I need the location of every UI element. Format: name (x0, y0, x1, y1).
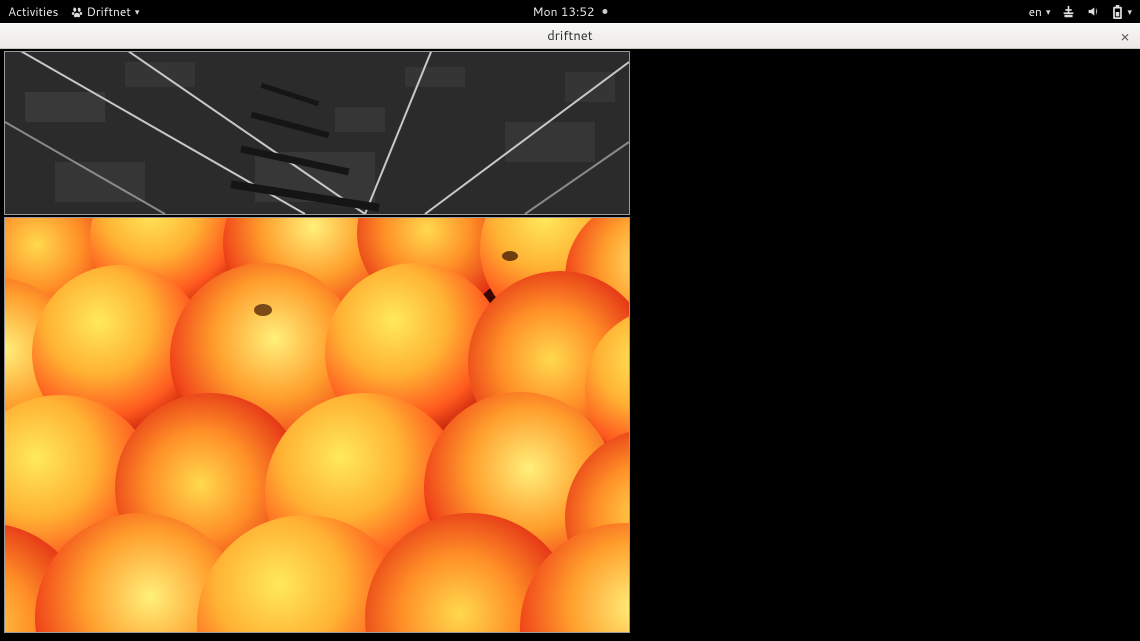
close-icon: × (1120, 26, 1130, 47)
app-menu-label: Driftnet (87, 3, 131, 20)
input-source[interactable]: en ▾ (1029, 3, 1051, 20)
window-titlebar: driftnet × (0, 23, 1140, 49)
battery-icon (1112, 5, 1123, 19)
clock-label: Mon 13:52 (532, 3, 594, 20)
wired-network-icon (1062, 5, 1075, 18)
notification-dot-icon (603, 9, 608, 14)
driftnet-canvas (0, 49, 1140, 641)
input-source-label: en (1029, 3, 1042, 20)
network-indicator[interactable] (1062, 5, 1075, 18)
clock[interactable]: Mon 13:52 (532, 3, 607, 20)
window-title: driftnet (547, 27, 592, 45)
volume-icon (1087, 5, 1100, 18)
app-menu[interactable]: Driftnet ▾ (71, 3, 140, 20)
captured-image-tracks[interactable] (4, 51, 630, 215)
volume-indicator[interactable] (1087, 5, 1100, 18)
foot-icon (71, 6, 83, 18)
chevron-down-icon: ▾ (135, 5, 140, 18)
power-indicator[interactable]: ▾ (1112, 5, 1132, 19)
activities-button[interactable]: Activities (8, 3, 59, 20)
gnome-topbar: Activities Driftnet ▾ Mon 13:52 en ▾ (0, 0, 1140, 23)
chevron-down-icon: ▾ (1046, 5, 1051, 18)
captured-image-peaches[interactable] (4, 217, 630, 633)
chevron-down-icon: ▾ (1127, 5, 1132, 18)
close-button[interactable]: × (1116, 27, 1134, 45)
